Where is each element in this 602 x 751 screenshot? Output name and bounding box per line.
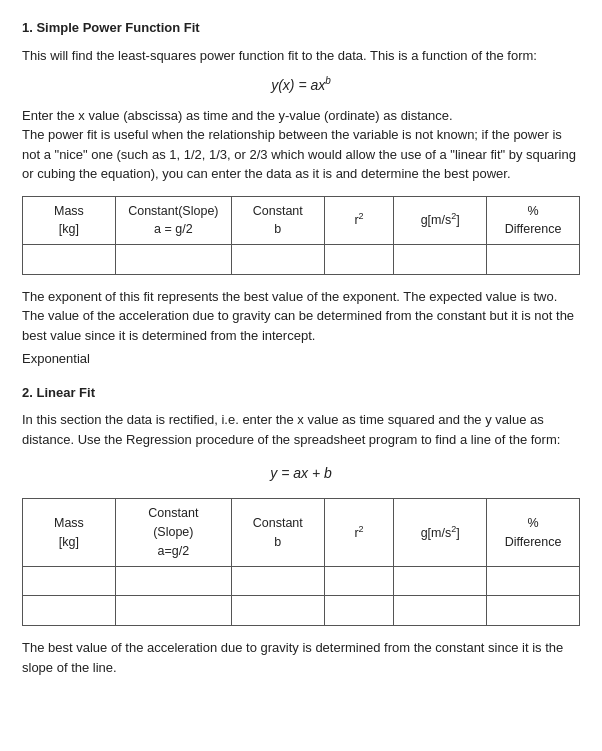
section1-intro: This will find the least-squares power f… xyxy=(22,46,580,66)
section1-after-table: The exponent of this fit represents the … xyxy=(22,287,580,346)
table1-r1-const xyxy=(231,245,324,275)
table2-col-constant: Constantb xyxy=(231,499,324,566)
table2-col-constant-slope: Constant(Slope)a=g/2 xyxy=(115,499,231,566)
table2-r2-g xyxy=(394,596,487,626)
table2-r1-r2 xyxy=(324,566,394,596)
table2-r1-pct xyxy=(487,566,580,596)
formula2-text: y = ax + b xyxy=(270,465,331,481)
table2-r1-mass xyxy=(23,566,116,596)
table2: Mass[kg] Constant(Slope)a=g/2 Constantb … xyxy=(22,498,580,626)
table2-r2-r2 xyxy=(324,596,394,626)
table1-r1-mass xyxy=(23,245,116,275)
table2-r2-const xyxy=(231,596,324,626)
table2-col-r2: r2 xyxy=(324,499,394,566)
table2-data-row2 xyxy=(23,596,580,626)
formula1-exp: b xyxy=(325,75,331,86)
table2-r2-pct xyxy=(487,596,580,626)
section2-intro: In this section the data is rectified, i… xyxy=(22,410,580,449)
table1-col-constant-slope: Constant(Slope)a = g/2 xyxy=(115,196,231,245)
table1-col-pct-diff: %Difference xyxy=(487,196,580,245)
section2-after-table: The best value of the acceleration due t… xyxy=(22,638,580,677)
table1-r1-r2 xyxy=(324,245,394,275)
table2-r2-const-slope xyxy=(115,596,231,626)
formula1-display: y(x) = axb xyxy=(22,73,580,96)
table2-r1-g xyxy=(394,566,487,596)
table1-col-g: g[m/s2] xyxy=(394,196,487,245)
table1-r1-pct xyxy=(487,245,580,275)
table2-col-pct-diff: %Difference xyxy=(487,499,580,566)
table2-data-row1 xyxy=(23,566,580,596)
table1-r1-g xyxy=(394,245,487,275)
table2-r1-const-slope xyxy=(115,566,231,596)
table2-r2-mass xyxy=(23,596,116,626)
table1-col-mass: Mass[kg] xyxy=(23,196,116,245)
table2-r1-const xyxy=(231,566,324,596)
table1-col-r2: r2 xyxy=(324,196,394,245)
table1: Mass[kg] Constant(Slope)a = g/2 Constant… xyxy=(22,196,580,275)
section2-title: 2. Linear Fit xyxy=(22,383,580,403)
table1-data-row1 xyxy=(23,245,580,275)
table1-r1-const-slope xyxy=(115,245,231,275)
table2-col-g: g[m/s2] xyxy=(394,499,487,566)
section1-body: Enter the x value (abscissa) as time and… xyxy=(22,106,580,184)
table1-header-row: Mass[kg] Constant(Slope)a = g/2 Constant… xyxy=(23,196,580,245)
formula1-text: y(x) = axb xyxy=(271,77,331,93)
exponential-label: Exponential xyxy=(22,349,580,369)
formula2-display: y = ax + b xyxy=(22,463,580,484)
table1-col-constant: Constantb xyxy=(231,196,324,245)
table2-col-mass: Mass[kg] xyxy=(23,499,116,566)
section1-title: 1. Simple Power Function Fit xyxy=(22,18,580,38)
table2-header-row: Mass[kg] Constant(Slope)a=g/2 Constantb … xyxy=(23,499,580,566)
